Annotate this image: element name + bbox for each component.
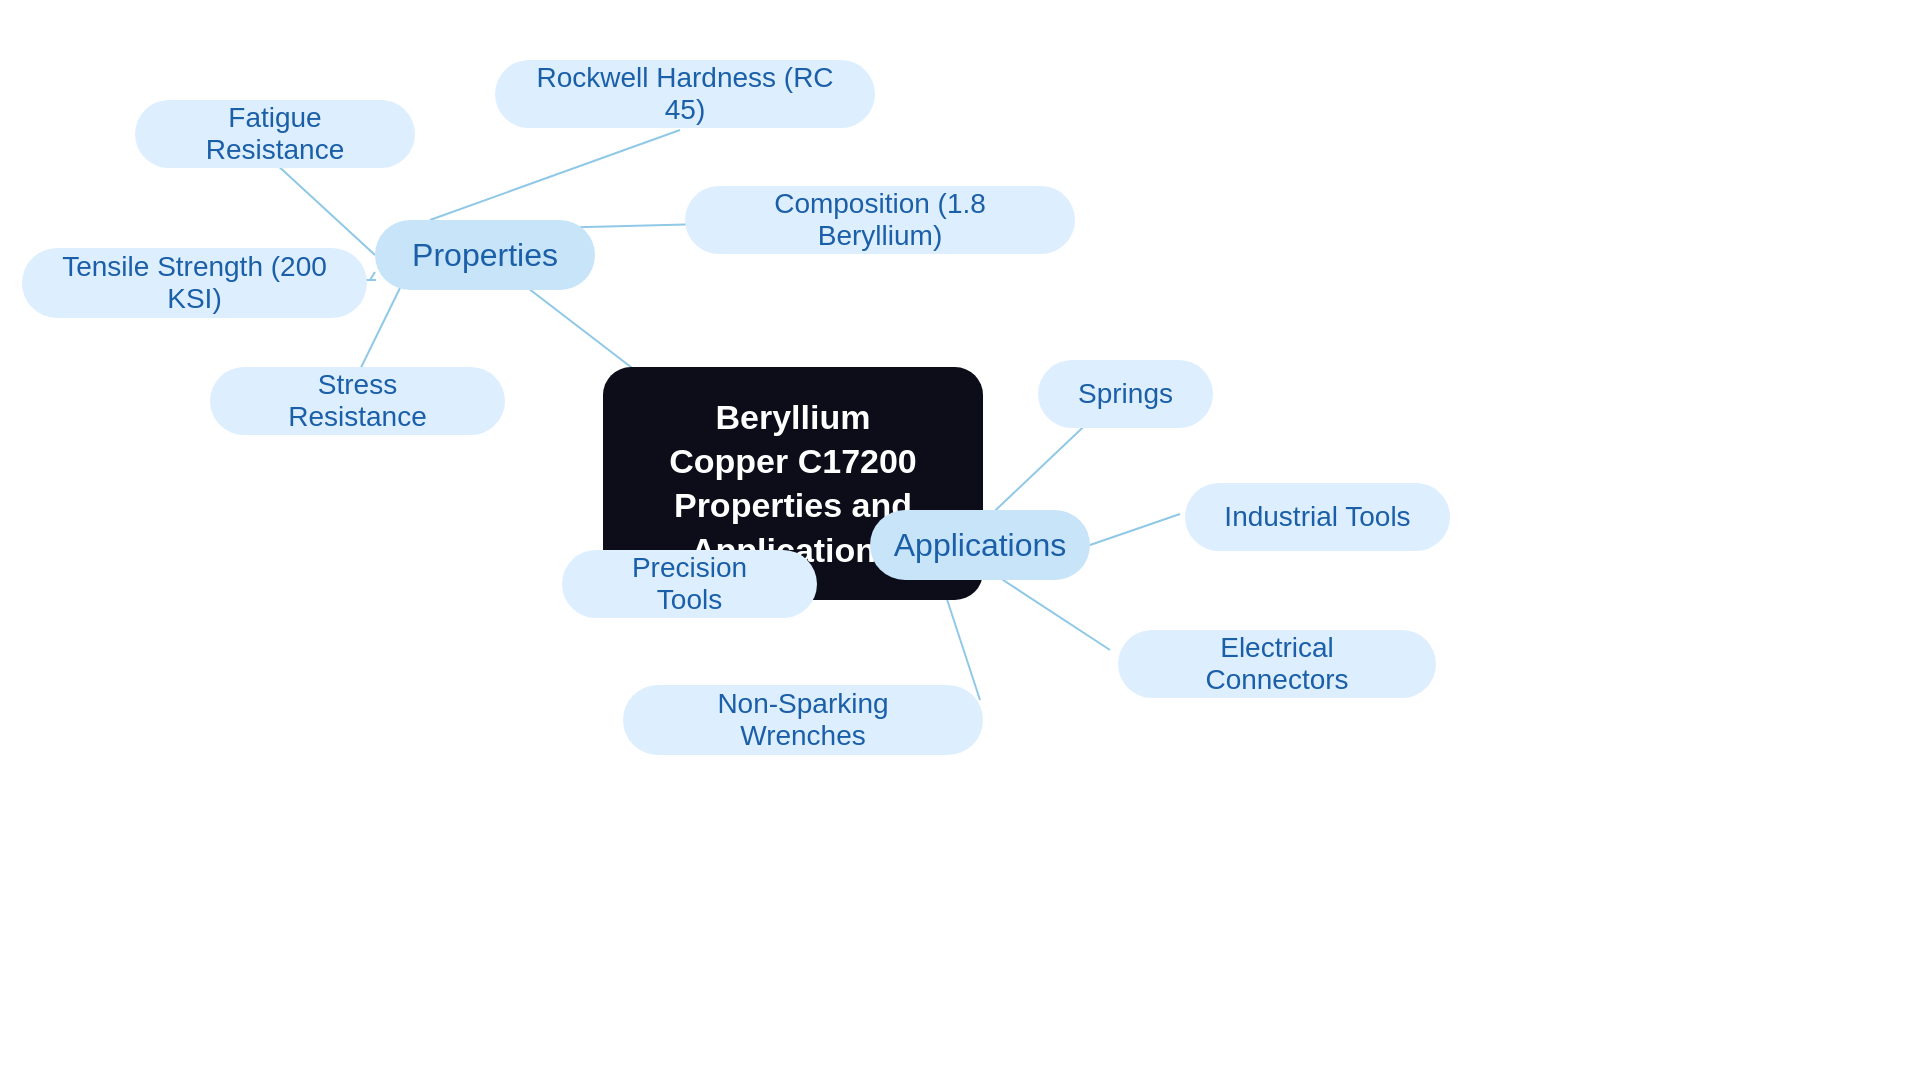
svg-line-4 [370, 272, 375, 280]
springs-node: Springs [1038, 360, 1213, 428]
svg-line-9 [1090, 514, 1180, 545]
stress-resistance-node: Stress Resistance [210, 367, 505, 435]
electrical-connectors-node: Electrical Connectors [1118, 630, 1436, 698]
svg-line-3 [430, 130, 680, 220]
industrial-tools-node: Industrial Tools [1185, 483, 1450, 551]
properties-branch: Properties [375, 220, 595, 290]
svg-line-2 [275, 163, 375, 255]
precision-tools-node: Precision Tools [562, 550, 817, 618]
svg-line-11 [1000, 578, 1110, 650]
fatigue-resistance-node: Fatigue Resistance [135, 100, 415, 168]
rockwell-hardness-node: Rockwell Hardness (RC 45) [495, 60, 875, 128]
composition-node: Composition (1.8 Beryllium) [685, 186, 1075, 254]
non-sparking-wrenches-node: Non-Sparking Wrenches [623, 685, 983, 755]
tensile-strength-node: Tensile Strength (200 KSI) [22, 248, 367, 318]
applications-branch: Applications [870, 510, 1090, 580]
